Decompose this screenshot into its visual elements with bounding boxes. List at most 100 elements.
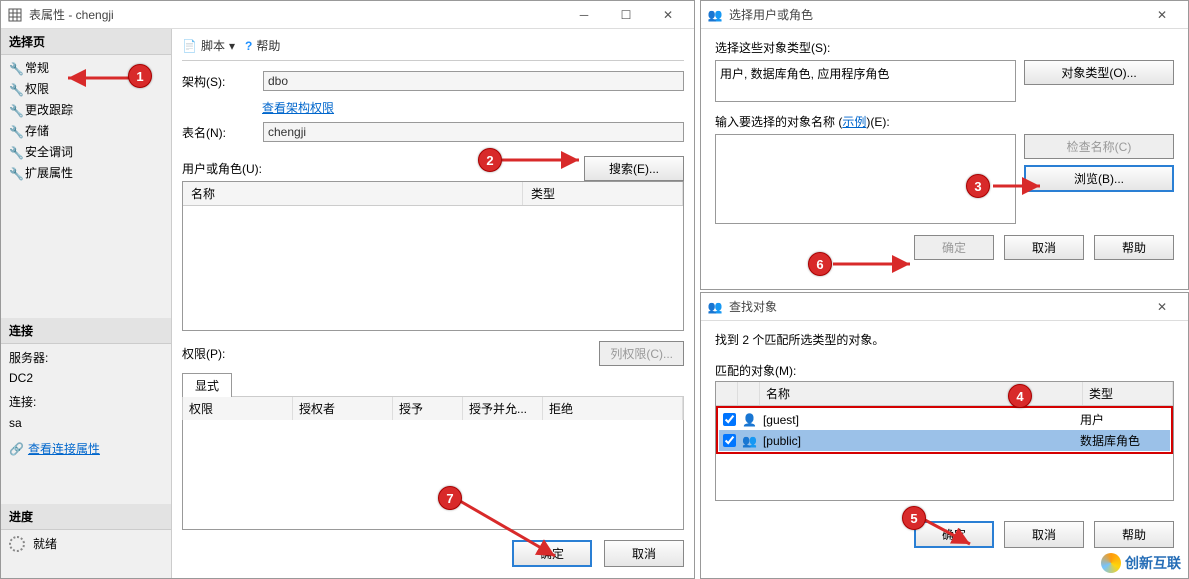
- permissions-list[interactable]: [182, 420, 684, 530]
- page-change-tracking[interactable]: 🔧更改跟踪: [1, 99, 171, 120]
- script-icon: 📄: [182, 39, 197, 53]
- logo-icon: [1101, 553, 1121, 573]
- close-button[interactable]: ✕: [648, 3, 688, 27]
- page-storage[interactable]: 🔧存储: [1, 120, 171, 141]
- section-select-page: 选择页: [1, 29, 171, 55]
- search-button[interactable]: 搜索(E)...: [584, 156, 684, 181]
- side-panel: 选择页 🔧常规 🔧权限 🔧更改跟踪 🔧存储 🔧安全谓词 🔧扩展属性 连接 服务器…: [1, 29, 171, 578]
- window-title: 表属性 - chengji: [29, 6, 564, 23]
- maximize-button[interactable]: ☐: [606, 3, 646, 27]
- cancel-button[interactable]: 取消: [1004, 235, 1084, 260]
- check-names-button: 检查名称(C): [1024, 134, 1174, 159]
- match-label: 匹配的对象(M):: [715, 362, 1174, 379]
- col-perm: 权限: [183, 397, 293, 420]
- page-list: 🔧常规 🔧权限 🔧更改跟踪 🔧存储 🔧安全谓词 🔧扩展属性: [1, 55, 171, 185]
- watermark-text: 创新互联: [1125, 553, 1181, 573]
- row-name: [guest]: [763, 413, 1074, 427]
- wrench-icon: 🔧: [9, 104, 21, 116]
- titlebar: 👥 查找对象 ✕: [701, 293, 1188, 321]
- table-name-label: 表名(N):: [182, 124, 257, 141]
- users-icon: 👥: [707, 7, 723, 23]
- col-type: 类型: [523, 182, 683, 205]
- col-grantwith: 授予并允...: [463, 397, 543, 420]
- cancel-button[interactable]: 取消: [604, 540, 684, 567]
- col-deny: 拒绝: [543, 397, 683, 420]
- object-types-button[interactable]: 对象类型(O)...: [1024, 60, 1174, 85]
- col-grantor: 授权者: [293, 397, 393, 420]
- titlebar: 表属性 - chengji ─ ☐ ✕: [1, 1, 694, 29]
- user-role-label: 用户或角色(U):: [182, 160, 584, 177]
- table-row[interactable]: 👥 [public] 数据库角色: [719, 430, 1170, 451]
- explicit-tab[interactable]: 显式: [182, 373, 232, 397]
- found-text: 找到 2 个匹配所选类型的对象。: [715, 331, 1174, 348]
- ok-button[interactable]: 确定: [914, 521, 994, 548]
- wrench-icon: 🔧: [9, 167, 21, 179]
- spinner-icon: [9, 536, 25, 552]
- select-user-role-dialog: 👥 选择用户或角色 ✕ 选择这些对象类型(S): 对象类型(O)... 输入要选…: [700, 0, 1189, 290]
- row-name: [public]: [763, 434, 1074, 448]
- col-name: 名称: [183, 182, 523, 205]
- window-title: 查找对象: [729, 298, 1142, 315]
- view-schema-perms-link[interactable]: 查看架构权限: [262, 101, 334, 115]
- object-name-box[interactable]: [715, 134, 1016, 224]
- matching-objects-table[interactable]: 名称 类型 👤 [guest] 用户 👥 [public] 数据库角色: [715, 381, 1174, 501]
- server-label: 服务器:: [9, 348, 163, 368]
- dropdown-icon: ▾: [229, 39, 235, 53]
- ok-button[interactable]: 确定: [512, 540, 592, 567]
- section-connection: 连接: [1, 318, 171, 344]
- wrench-icon: 🔧: [9, 146, 21, 158]
- close-button[interactable]: ✕: [1142, 295, 1182, 319]
- column-permissions-button: 列权限(C)...: [599, 341, 684, 366]
- progress-row: 就绪: [1, 530, 171, 558]
- table-name-input: [263, 122, 684, 142]
- content-panel: 📄 脚本 ▾ ? 帮助 架构(S): 查看架构权限 表名(N): 用户或角色(U: [171, 29, 694, 578]
- row-checkbox[interactable]: [723, 434, 736, 447]
- help-button[interactable]: 帮助: [1094, 521, 1174, 548]
- user-icon: 👤: [742, 413, 757, 427]
- col-grant: 授予: [393, 397, 463, 420]
- connection-info: 服务器: DC2 连接: sa 🔗 查看连接属性: [1, 344, 171, 464]
- browse-button[interactable]: 浏览(B)...: [1024, 165, 1174, 192]
- ok-button: 确定: [914, 235, 994, 260]
- server-value: DC2: [9, 368, 163, 388]
- minimize-button[interactable]: ─: [564, 3, 604, 27]
- object-type-box: [715, 60, 1016, 102]
- page-permissions[interactable]: 🔧权限: [1, 78, 171, 99]
- object-name-label: 输入要选择的对象名称 (示例)(E):: [715, 113, 1174, 130]
- row-checkbox[interactable]: [723, 413, 736, 426]
- permissions-header: 权限 授权者 授予 授予并允... 拒绝: [182, 396, 684, 420]
- col-name: 名称: [760, 382, 1083, 405]
- close-button[interactable]: ✕: [1142, 3, 1182, 27]
- role-icon: 👥: [742, 434, 757, 448]
- row-type: 数据库角色: [1080, 432, 1166, 449]
- permissions-label: 权限(P):: [182, 345, 599, 362]
- script-button[interactable]: 📄 脚本 ▾: [182, 37, 235, 54]
- schema-input: [263, 71, 684, 91]
- help-icon: ?: [245, 39, 252, 53]
- user-role-list[interactable]: 名称 类型: [182, 181, 684, 331]
- example-link[interactable]: 示例: [842, 115, 866, 129]
- conn-value: sa: [9, 413, 163, 433]
- page-extended-properties[interactable]: 🔧扩展属性: [1, 162, 171, 183]
- schema-label: 架构(S):: [182, 73, 257, 90]
- content-toolbar: 📄 脚本 ▾ ? 帮助: [182, 37, 684, 61]
- object-type-label: 选择这些对象类型(S):: [715, 39, 1174, 56]
- browse-objects-dialog: 👥 查找对象 ✕ 找到 2 个匹配所选类型的对象。 匹配的对象(M): 名称 类…: [700, 292, 1189, 579]
- col-type: 类型: [1083, 382, 1173, 405]
- table-properties-dialog: 表属性 - chengji ─ ☐ ✕ 选择页 🔧常规 🔧权限 🔧更改跟踪 🔧存…: [0, 0, 695, 579]
- progress-status: 就绪: [33, 534, 57, 554]
- conn-label: 连接:: [9, 392, 163, 412]
- search-users-icon: 👥: [707, 299, 723, 315]
- page-general[interactable]: 🔧常规: [1, 57, 171, 78]
- row-type: 用户: [1080, 411, 1166, 428]
- connection-icon: 🔗: [9, 439, 24, 459]
- wrench-icon: 🔧: [9, 125, 21, 137]
- section-progress: 进度: [1, 504, 171, 530]
- cancel-button[interactable]: 取消: [1004, 521, 1084, 548]
- table-row[interactable]: 👤 [guest] 用户: [719, 409, 1170, 430]
- window-title: 选择用户或角色: [729, 6, 1142, 23]
- help-button[interactable]: ? 帮助: [245, 37, 280, 54]
- page-security-predicate[interactable]: 🔧安全谓词: [1, 141, 171, 162]
- help-button[interactable]: 帮助: [1094, 235, 1174, 260]
- view-connection-props-link[interactable]: 查看连接属性: [28, 439, 100, 459]
